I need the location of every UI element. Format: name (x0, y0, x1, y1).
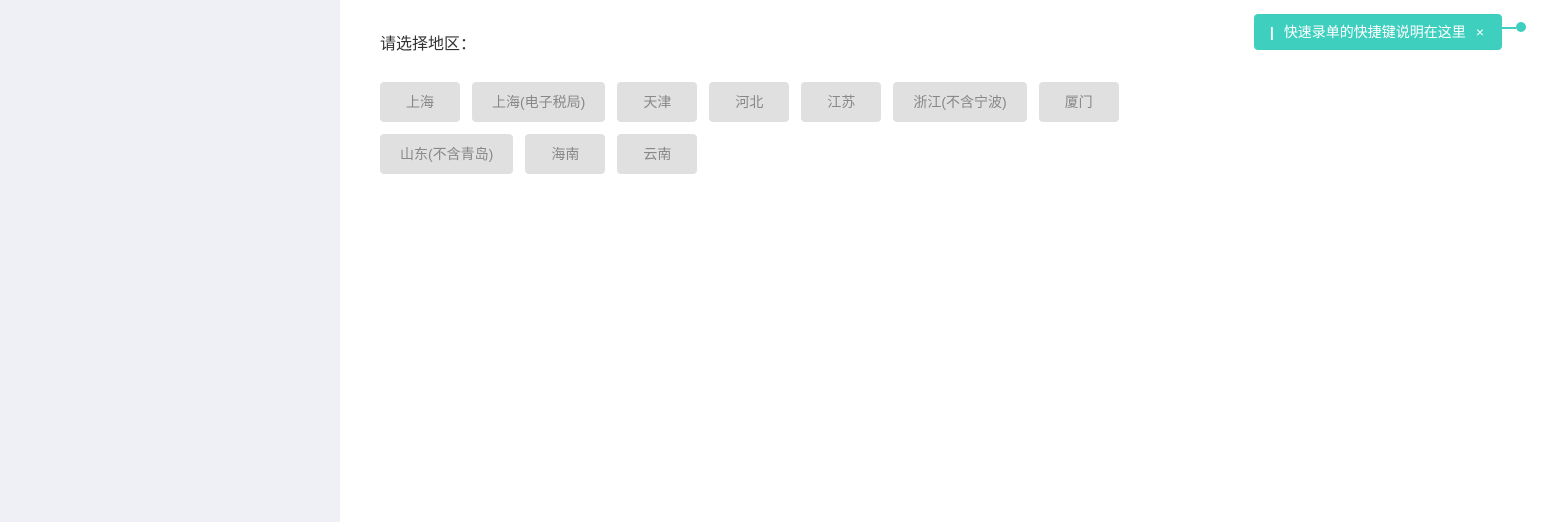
region-button[interactable]: 云南 (617, 134, 697, 174)
region-button[interactable]: 浙江(不含宁波) (893, 82, 1026, 122)
left-sidebar (0, 0, 340, 522)
region-button[interactable]: 厦门 (1039, 82, 1119, 122)
tooltip-close-button[interactable]: × (1474, 24, 1486, 40)
region-button[interactable]: 上海 (380, 82, 460, 122)
tooltip-text: 快速录单的快捷键说明在这里 (1284, 22, 1466, 42)
region-button[interactable]: 山东(不含青岛) (380, 134, 513, 174)
region-row-2: 山东(不含青岛) 海南云南 (380, 134, 1522, 174)
region-button[interactable]: 海南 (525, 134, 605, 174)
region-button[interactable]: 天津 (617, 82, 697, 122)
region-button[interactable]: 江苏 (801, 82, 881, 122)
tooltip-banner: 快速录单的快捷键说明在这里 × (1254, 14, 1502, 50)
tooltip-connector-line (1500, 27, 1516, 29)
region-row-1: 上海上海(电子税局) 天津河北江苏浙江(不含宁波) 厦门 (380, 82, 1522, 122)
tooltip-connector-dot (1516, 22, 1526, 32)
region-button[interactable]: 河北 (709, 82, 789, 122)
region-button[interactable]: 上海(电子税局) (472, 82, 605, 122)
main-content: 请选择地区： 上海上海(电子税局)天津河北江苏浙江(不含宁波)厦门 山东(不含青… (340, 0, 1562, 522)
